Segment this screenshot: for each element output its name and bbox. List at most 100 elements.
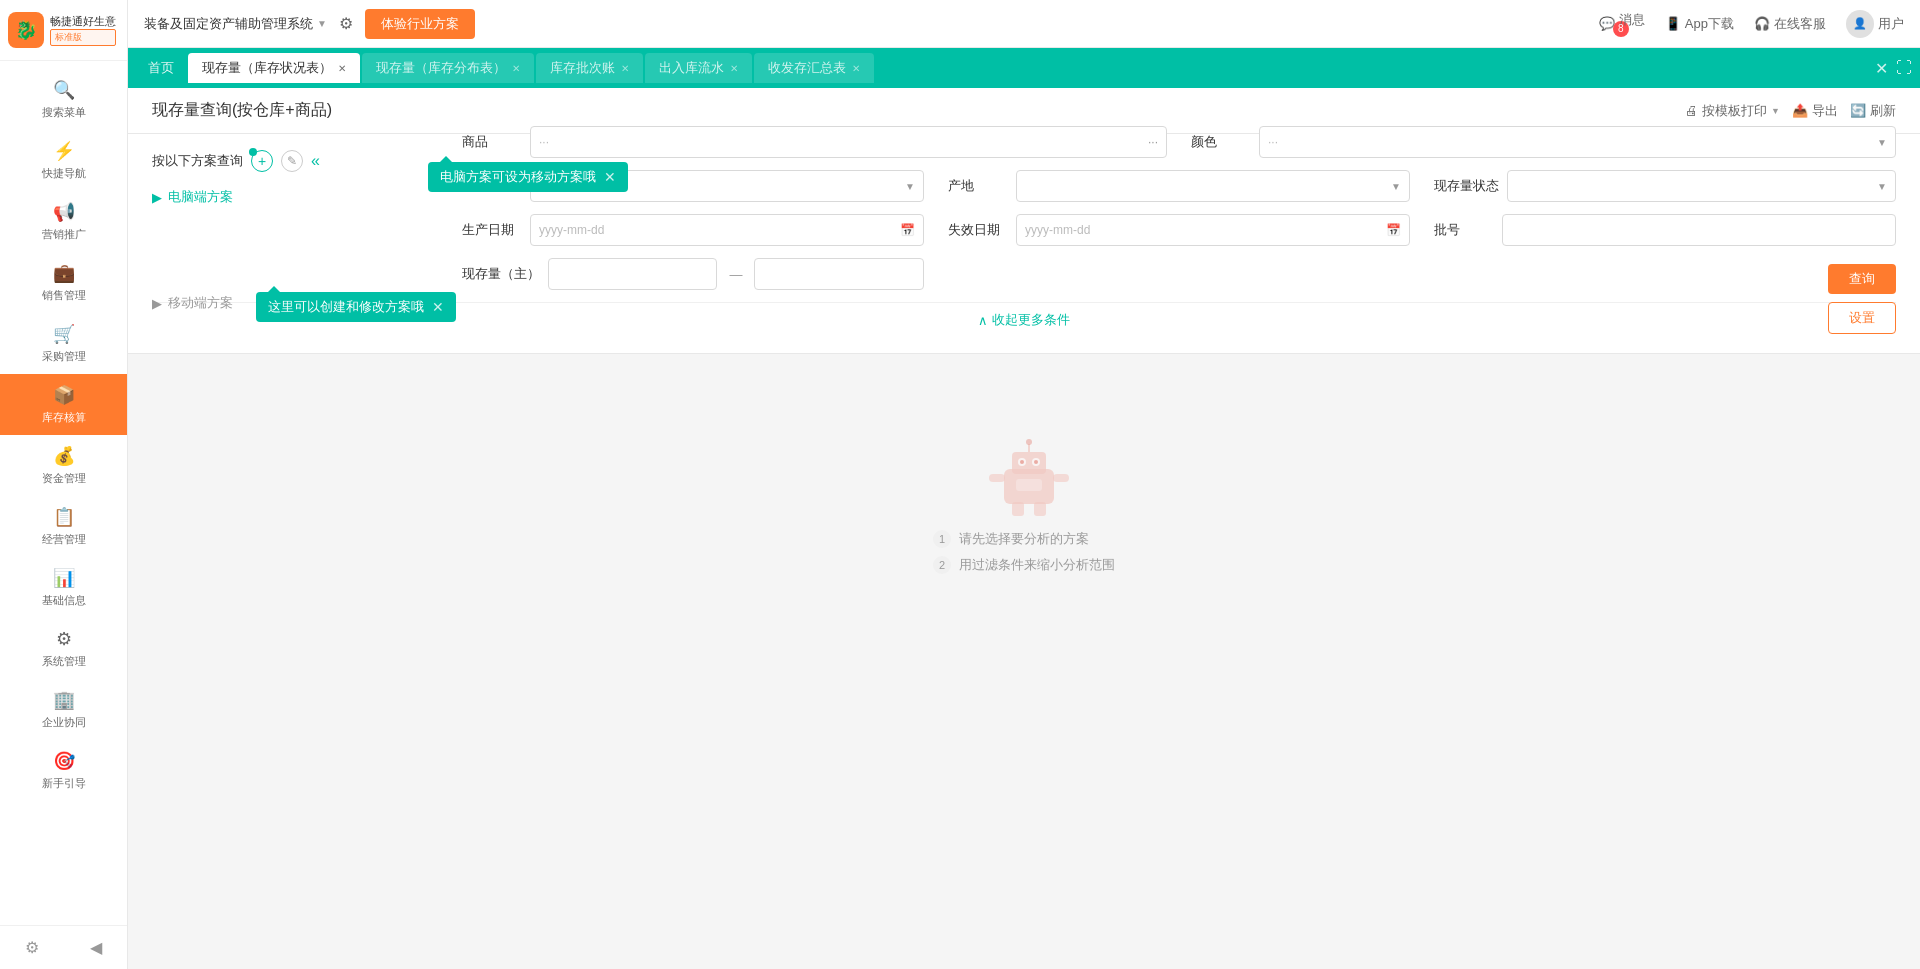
tab-batch-ledger[interactable]: 库存批次账 ✕	[536, 53, 643, 83]
tab-close-in-out[interactable]: ✕	[730, 63, 738, 74]
color-dropdown-icon: ▼	[1877, 137, 1887, 148]
export-icon: 📤	[1792, 103, 1808, 118]
filter-add-wrapper: +	[251, 150, 273, 172]
tab-close-batch-ledger[interactable]: ✕	[621, 63, 629, 74]
goods-label: 商品	[462, 133, 522, 151]
mfg-date-input[interactable]: yyyy-mm-dd 📅	[530, 214, 924, 246]
tabs-right: ✕ ⛶	[1875, 59, 1912, 78]
hint-text-2: 用过滤条件来缩小分析范围	[959, 556, 1115, 574]
content-area: 现存量查询(按仓库+商品) 🖨 按模板打印 ▼ 📤 导出 🔄 刷新	[128, 88, 1920, 969]
marketing-icon: 📢	[53, 201, 75, 223]
filter-row-3: 生产日期 yyyy-mm-dd 📅 失效日期 yyyy-mm-dd 📅	[462, 214, 1896, 246]
logo-text: 畅捷通好生意	[50, 14, 116, 29]
online-support-label: 在线客服	[1774, 15, 1826, 33]
tab-inventory-dist-label: 现存量（库存分布表）	[376, 59, 506, 77]
sidebar-label-search: 搜索菜单	[42, 105, 86, 120]
tooltip-scheme-close[interactable]: ✕	[432, 299, 444, 315]
sidebar-item-finance[interactable]: 💰 资金管理	[0, 435, 127, 496]
tab-inventory-dist[interactable]: 现存量（库存分布表） ✕	[362, 53, 534, 83]
empty-state: 1 请先选择要分析的方案 2 用过滤条件来缩小分析范围	[128, 354, 1920, 654]
exp-date-label: 失效日期	[948, 221, 1008, 239]
print-button[interactable]: 🖨 按模板打印 ▼	[1685, 102, 1780, 120]
refresh-button[interactable]: 🔄 刷新	[1850, 102, 1896, 120]
refresh-label: 刷新	[1870, 102, 1896, 120]
sidebar-item-guide[interactable]: ⚡ 快捷导航	[0, 130, 127, 191]
exp-date-input[interactable]: yyyy-mm-dd 📅	[1016, 214, 1410, 246]
operation-icon: 📋	[53, 506, 75, 528]
empty-icon	[984, 434, 1064, 514]
tab-fullscreen-icon[interactable]: ⛶	[1896, 59, 1912, 77]
mfg-date-placeholder: yyyy-mm-dd	[539, 223, 604, 237]
app-download-action[interactable]: 📱 App下载	[1665, 15, 1734, 33]
sidebar-label-guide: 快捷导航	[42, 166, 86, 181]
svg-rect-9	[1053, 474, 1069, 482]
purchase-icon: 🛒	[53, 323, 75, 345]
filter-row-4: 现存量（主） —	[462, 258, 1896, 290]
empty-robot-svg	[984, 434, 1074, 524]
sidebar-item-basic[interactable]: 📊 基础信息	[0, 557, 127, 618]
sidebar-label-basic: 基础信息	[42, 593, 86, 608]
sidebar-item-search[interactable]: 🔍 搜索菜单	[0, 69, 127, 130]
tab-collect-send[interactable]: 收发存汇总表 ✕	[754, 53, 874, 83]
header-left: 装备及固定资产辅助管理系统 ▼ ⚙ 体验行业方案	[144, 9, 475, 39]
message-action[interactable]: 💬 消息 8	[1599, 11, 1645, 37]
newbie-icon: 🎯	[53, 750, 75, 772]
sidebar-item-inventory[interactable]: 📦 库存核算	[0, 374, 127, 435]
user-action[interactable]: 👤 用户	[1846, 10, 1904, 38]
setting-button[interactable]: 设置	[1828, 302, 1896, 334]
sidebar-settings-icon[interactable]: ⚙	[21, 934, 43, 961]
sidebar-collapse-icon[interactable]: ◀	[86, 934, 106, 961]
filter-edit-button[interactable]: ✎	[281, 150, 303, 172]
sidebar-item-sales[interactable]: 💼 销售管理	[0, 252, 127, 313]
mfg-date-calendar-icon: 📅	[900, 223, 915, 237]
header-settings-icon[interactable]: ⚙	[339, 14, 353, 33]
sidebar-item-system[interactable]: ⚙ 系统管理	[0, 618, 127, 679]
sidebar-label-marketing: 营销推广	[42, 227, 86, 242]
field-exp-date: 失效日期 yyyy-mm-dd 📅	[948, 214, 1410, 246]
tooltip-pc-close[interactable]: ✕	[604, 169, 616, 185]
sidebar-item-operation[interactable]: 📋 经营管理	[0, 496, 127, 557]
refresh-icon: 🔄	[1850, 103, 1866, 118]
chevron-down-icon: ▼	[317, 18, 327, 29]
filter-arrow-button[interactable]: «	[311, 152, 320, 170]
stock-status-dropdown-icon: ▼	[1877, 181, 1887, 192]
tooltip-scheme-edit: 这里可以创建和修改方案哦 ✕	[256, 292, 456, 322]
filter-label: 按以下方案查询	[152, 152, 243, 170]
filter-header: 按以下方案查询 + ✎ «	[152, 150, 1896, 172]
sidebar-label-operation: 经营管理	[42, 532, 86, 547]
online-support-action[interactable]: 🎧 在线客服	[1754, 15, 1826, 33]
stock-main-to[interactable]	[754, 258, 923, 290]
print-icon: 🖨	[1685, 103, 1698, 118]
trial-button[interactable]: 体验行业方案	[365, 9, 475, 39]
tab-in-out[interactable]: 出入库流水 ✕	[645, 53, 752, 83]
sidebar-item-marketing[interactable]: 📢 营销推广	[0, 191, 127, 252]
hint-text-1: 请先选择要分析的方案	[959, 530, 1089, 548]
sidebar-item-newbie[interactable]: 🎯 新手引导	[0, 740, 127, 801]
tab-home[interactable]: 首页	[136, 53, 186, 83]
tooltip-pc-scheme: 电脑方案可设为移动方案哦 ✕	[428, 162, 628, 192]
batch-input[interactable]	[1502, 214, 1896, 246]
system-name-select[interactable]: 装备及固定资产辅助管理系统 ▼	[144, 15, 327, 33]
svg-point-7	[1026, 439, 1032, 445]
origin-input[interactable]: ▼	[1016, 170, 1410, 202]
tab-close-inventory-status[interactable]: ✕	[338, 63, 346, 74]
tooltip-pc-text: 电脑方案可设为移动方案哦	[440, 168, 596, 186]
export-button[interactable]: 📤 导出	[1792, 102, 1838, 120]
search-button[interactable]: 查询	[1828, 264, 1896, 294]
size-dropdown-icon: ▼	[905, 181, 915, 192]
field-stock-main: 现存量（主） —	[462, 258, 924, 290]
logo-icon: 🐉	[8, 12, 44, 48]
tab-inventory-status[interactable]: 现存量（库存状况表） ✕	[188, 53, 360, 83]
tab-close-inventory-dist[interactable]: ✕	[512, 63, 520, 74]
stock-main-from[interactable]	[548, 258, 717, 290]
field-stock-status: 现存量状态 ▼	[1434, 170, 1896, 202]
export-label: 导出	[1812, 102, 1838, 120]
sidebar-item-purchase[interactable]: 🛒 采购管理	[0, 313, 127, 374]
stock-status-input[interactable]: ▼	[1507, 170, 1896, 202]
search-btn-group: 查询 设置	[1828, 264, 1896, 334]
empty-hint-2: 2 用过滤条件来缩小分析范围	[933, 556, 1115, 574]
origin-dropdown-icon: ▼	[1391, 181, 1401, 192]
sidebar-item-enterprise[interactable]: 🏢 企业协同	[0, 679, 127, 740]
tab-close-all-icon[interactable]: ✕	[1875, 59, 1888, 78]
tab-close-collect-send[interactable]: ✕	[852, 63, 860, 74]
